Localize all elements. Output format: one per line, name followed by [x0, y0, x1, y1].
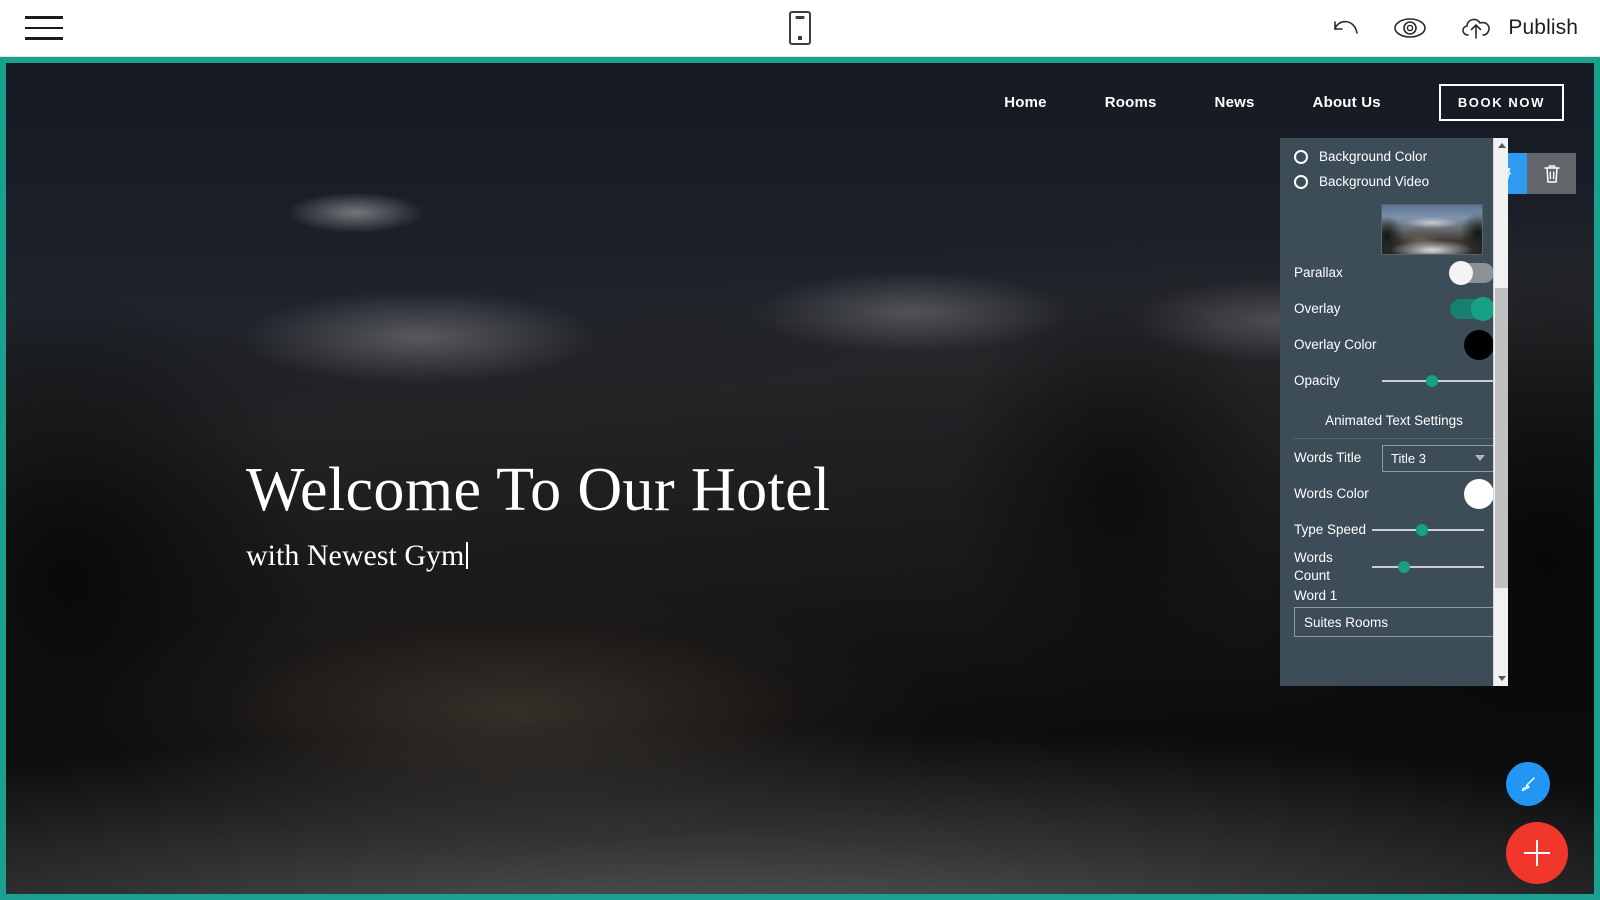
radio-background-color-label: Background Color	[1319, 149, 1428, 164]
background-image-thumbnail[interactable]	[1381, 204, 1483, 255]
words-title-row: Words Title Title 3	[1280, 441, 1508, 475]
word1-input[interactable]: Suites Rooms	[1294, 607, 1494, 638]
hamburger-bar	[25, 16, 63, 19]
device-preview-toggle[interactable]	[789, 11, 811, 45]
words-count-label: Words Count	[1294, 550, 1333, 583]
toggle-knob	[1449, 261, 1473, 285]
scrollbar-thumb[interactable]	[1495, 288, 1508, 588]
book-now-button[interactable]: BOOK NOW	[1438, 83, 1564, 121]
radio-circle-icon	[1294, 149, 1308, 164]
hero-subtitle-prefix: with	[246, 539, 307, 573]
scroll-up-arrow-icon[interactable]	[1494, 138, 1508, 153]
radio-background-video[interactable]: Background Video	[1280, 169, 1508, 194]
slider-thumb[interactable]	[1416, 524, 1428, 536]
plus-icon[interactable]	[1506, 822, 1568, 884]
slider-track	[1372, 529, 1484, 531]
overlay-color-swatch[interactable]	[1464, 330, 1494, 360]
publish-label: Publish	[1508, 16, 1578, 39]
toggle-knob	[1471, 297, 1495, 321]
settings-panel-content: Background Color Background Video Parall…	[1280, 138, 1508, 638]
parallax-label: Parallax	[1294, 265, 1343, 281]
parallax-row: Parallax	[1280, 256, 1508, 290]
word1-label: Word 1	[1294, 588, 1338, 604]
block-settings-panel: Background Color Background Video Parall…	[1280, 138, 1508, 686]
animated-text-settings-heading: Animated Text Settings	[1294, 404, 1494, 439]
mobile-phone-icon[interactable]	[789, 11, 811, 45]
hamburger-bar	[25, 26, 63, 30]
radio-background-color[interactable]: Background Color	[1280, 144, 1508, 169]
plus-vertical	[1536, 840, 1538, 866]
paintbrush-icon[interactable]	[1506, 762, 1550, 806]
overlay-toggle[interactable]	[1450, 297, 1495, 321]
chevron-down-icon	[1475, 455, 1485, 461]
typing-caret	[466, 542, 469, 570]
hero-subtitle: with Newest Gym	[246, 539, 831, 573]
opacity-label: Opacity	[1294, 373, 1340, 389]
type-speed-label: Type Speed	[1294, 522, 1367, 538]
scroll-down-arrow-icon[interactable]	[1494, 671, 1508, 686]
slider-track	[1372, 565, 1484, 568]
overlay-color-row: Overlay Color	[1280, 328, 1508, 362]
nav-link-about-us[interactable]: About Us	[1313, 94, 1381, 111]
hamburger-bar	[25, 37, 63, 40]
hero-title: Welcome To Our Hotel	[246, 456, 831, 524]
opacity-row: Opacity	[1280, 364, 1508, 398]
hero-text-block: Welcome To Our Hotel with Newest Gym	[246, 456, 831, 573]
radio-background-video-label: Background Video	[1319, 174, 1430, 189]
parallax-toggle[interactable]	[1449, 261, 1494, 285]
words-count-row: Words Count	[1280, 549, 1508, 584]
hero-subtitle-typed-word: Newest Gym	[306, 539, 465, 573]
app-header: Publish	[0, 0, 1600, 57]
nav-link-news[interactable]: News	[1215, 94, 1255, 111]
words-color-row: Words Color	[1280, 477, 1508, 511]
nav-link-home[interactable]: Home	[1004, 94, 1046, 111]
overlay-row: Overlay	[1280, 292, 1508, 326]
site-navigation: Home Rooms News About Us BOOK NOW	[6, 63, 1594, 141]
settings-panel-scrollbar[interactable]	[1493, 138, 1508, 686]
opacity-slider[interactable]	[1382, 371, 1494, 391]
slider-thumb[interactable]	[1426, 375, 1438, 387]
overlay-label: Overlay	[1294, 301, 1341, 317]
words-count-slider[interactable]	[1372, 557, 1484, 577]
undo-arrow-icon[interactable]	[1328, 14, 1362, 42]
publish-button[interactable]: Publish	[1458, 14, 1578, 42]
words-title-label: Words Title	[1294, 450, 1362, 466]
hamburger-menu-icon[interactable]	[25, 11, 65, 45]
header-actions: Publish	[1328, 14, 1578, 42]
type-speed-slider[interactable]	[1372, 520, 1484, 540]
overlay-color-label: Overlay Color	[1294, 337, 1377, 353]
words-title-value: Title 3	[1391, 450, 1426, 466]
nav-link-rooms[interactable]: Rooms	[1105, 94, 1157, 111]
trash-icon[interactable]	[1527, 153, 1576, 194]
eye-preview-icon[interactable]	[1392, 14, 1428, 42]
slider-track	[1382, 380, 1494, 382]
words-title-select[interactable]: Title 3	[1382, 444, 1494, 472]
words-color-swatch[interactable]	[1464, 479, 1494, 509]
slider-thumb[interactable]	[1398, 560, 1410, 573]
cloud-upload-icon	[1458, 14, 1496, 42]
type-speed-row: Type Speed	[1280, 513, 1508, 547]
radio-circle-icon	[1294, 174, 1308, 189]
words-color-label: Words Color	[1294, 486, 1369, 502]
